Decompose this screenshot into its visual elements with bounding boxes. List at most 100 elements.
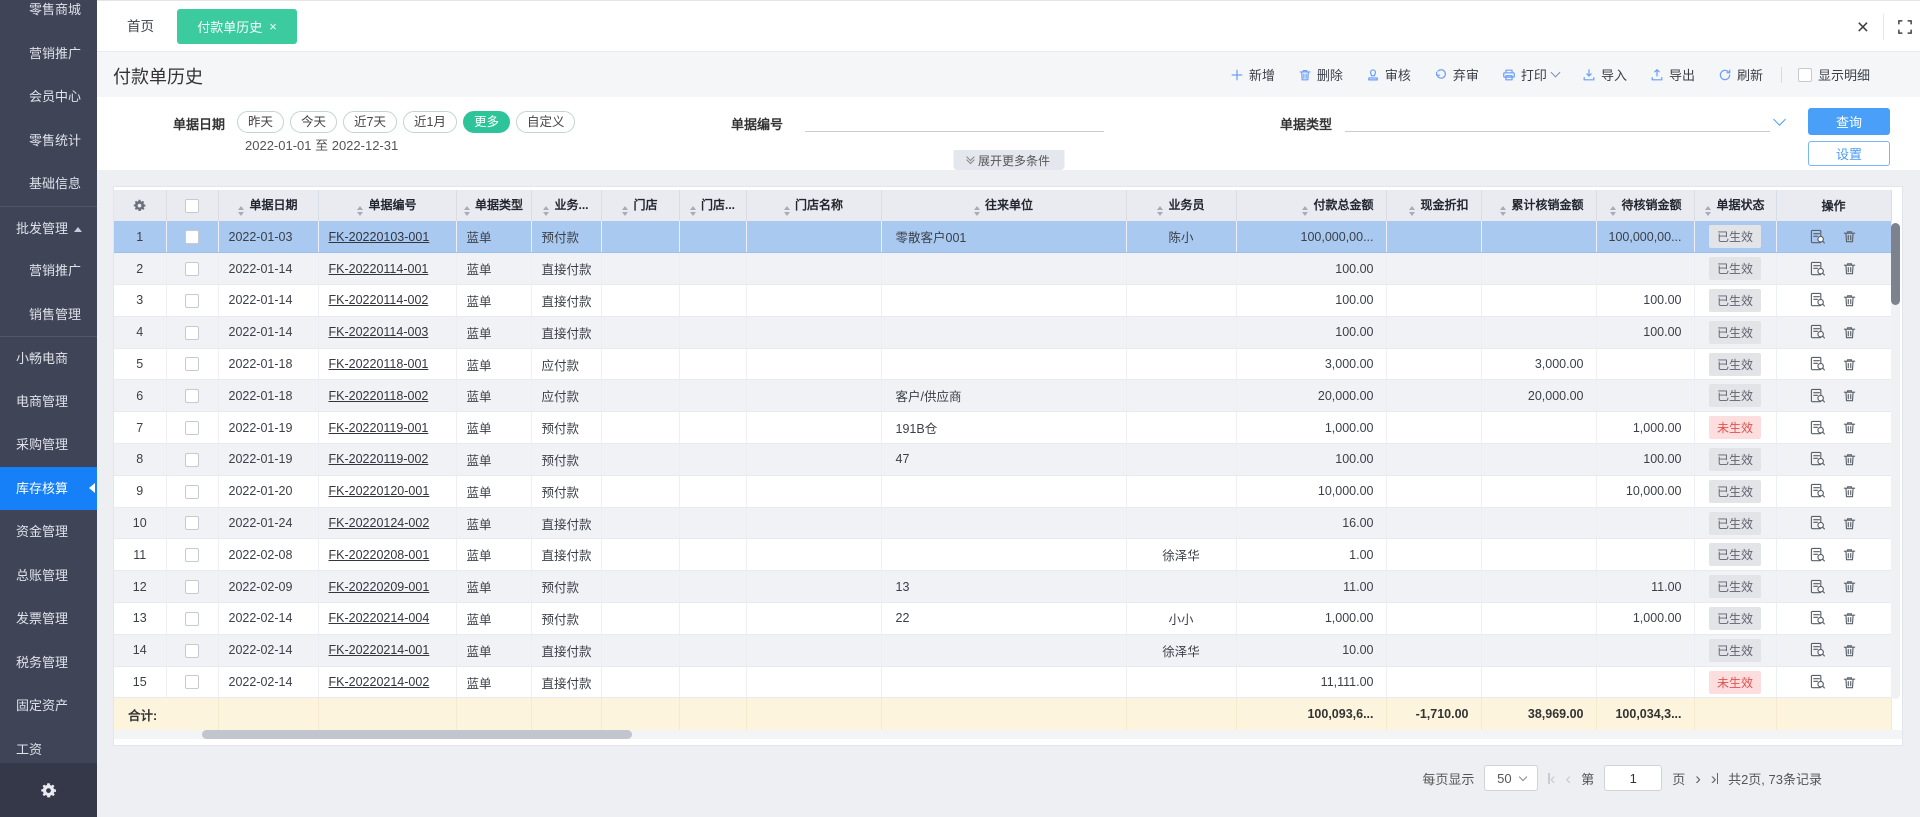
doc-code-link[interactable]: FK-20220119-002 bbox=[329, 452, 429, 466]
row-checkbox[interactable] bbox=[185, 548, 199, 563]
column-header-门店[interactable]: 门店 bbox=[601, 190, 680, 221]
table-row[interactable]: 6 2022-01-18 FK-20220118-002 蓝单 应付款 客户/供应商 20,… bbox=[114, 379, 1892, 413]
delete-row-icon[interactable] bbox=[1842, 261, 1857, 276]
delete-row-icon[interactable] bbox=[1842, 547, 1857, 562]
view-detail-icon[interactable] bbox=[1810, 483, 1826, 499]
tab-payment-history[interactable]: 付款单历史 × bbox=[177, 9, 297, 44]
刷新-button[interactable]: 刷新 bbox=[1718, 65, 1763, 84]
checkbox-icon[interactable] bbox=[1797, 67, 1812, 82]
sidebar-item-采购管理[interactable]: 采购管理 bbox=[0, 423, 97, 467]
delete-row-icon[interactable] bbox=[1842, 579, 1857, 594]
sort-icon[interactable] bbox=[463, 205, 470, 216]
doc-code-link[interactable]: FK-20220209-001 bbox=[329, 580, 430, 594]
page-input[interactable] bbox=[1604, 765, 1663, 791]
delete-row-icon[interactable] bbox=[1842, 611, 1857, 626]
sidebar-item-电商管理[interactable]: 电商管理 bbox=[0, 380, 97, 424]
row-checkbox[interactable] bbox=[185, 484, 199, 499]
sort-icon[interactable] bbox=[783, 205, 790, 216]
delete-row-icon[interactable] bbox=[1842, 643, 1857, 658]
row-checkbox[interactable] bbox=[185, 357, 199, 372]
delete-row-icon[interactable] bbox=[1842, 420, 1857, 435]
query-button[interactable]: 查询 bbox=[1808, 108, 1890, 135]
view-detail-icon[interactable] bbox=[1810, 324, 1826, 340]
row-checkbox[interactable] bbox=[185, 230, 199, 244]
sidebar-item-资金管理[interactable]: 资金管理 bbox=[0, 510, 97, 554]
column-header-现金折扣[interactable]: 现金折扣 bbox=[1386, 190, 1482, 221]
per-page-select[interactable]: 50 bbox=[1484, 765, 1539, 791]
doc-code-link[interactable]: FK-20220120-001 bbox=[329, 484, 430, 498]
date-pill-今天[interactable]: 今天 bbox=[290, 111, 338, 133]
sidebar-item-发票管理[interactable]: 发票管理 bbox=[0, 597, 97, 641]
doc-no-input[interactable] bbox=[805, 110, 1104, 132]
view-detail-icon[interactable] bbox=[1810, 292, 1826, 308]
gear-icon[interactable] bbox=[132, 198, 147, 213]
sidebar-item-营销推广[interactable]: 营销推广 bbox=[0, 32, 97, 76]
view-detail-icon[interactable] bbox=[1810, 261, 1826, 277]
row-checkbox[interactable] bbox=[185, 452, 199, 467]
doc-code-link[interactable]: FK-20220124-002 bbox=[329, 516, 430, 530]
doc-code-link[interactable]: FK-20220214-001 bbox=[329, 643, 430, 657]
column-header-付款总金额[interactable]: 付款总金额 bbox=[1236, 190, 1387, 221]
doc-code-link[interactable]: FK-20220119-001 bbox=[329, 421, 429, 435]
delete-row-icon[interactable] bbox=[1842, 357, 1857, 372]
row-checkbox[interactable] bbox=[185, 421, 199, 436]
column-header-待核销金额[interactable]: 待核销金额 bbox=[1596, 190, 1695, 221]
column-header-单据编号[interactable]: 单据编号 bbox=[318, 190, 457, 221]
view-detail-icon[interactable] bbox=[1810, 579, 1826, 595]
sort-icon[interactable] bbox=[238, 205, 245, 216]
fullscreen-icon[interactable] bbox=[1898, 20, 1912, 34]
sort-icon[interactable] bbox=[622, 205, 629, 216]
弃审-button[interactable]: 弃审 bbox=[1434, 65, 1479, 84]
row-checkbox[interactable] bbox=[185, 611, 199, 626]
chevron-down-icon[interactable] bbox=[1773, 113, 1786, 126]
table-row[interactable]: 1 2022-01-03 FK-20220103-001 蓝单 预付款 零散客户001 陈小… bbox=[114, 221, 1892, 254]
vertical-scroll-thumb[interactable] bbox=[1891, 223, 1900, 305]
sort-icon[interactable] bbox=[1157, 205, 1164, 216]
sidebar-item-总账管理[interactable]: 总账管理 bbox=[0, 554, 97, 598]
view-detail-icon[interactable] bbox=[1810, 610, 1826, 626]
table-row[interactable]: 11 2022-02-08 FK-20220208-001 蓝单 直接付款 徐泽华 1.00… bbox=[114, 538, 1892, 572]
show-detail-checkbox[interactable]: 显示明细 bbox=[1797, 65, 1870, 84]
view-detail-icon[interactable] bbox=[1810, 229, 1826, 245]
sidebar-item-固定资产[interactable]: 固定资产 bbox=[0, 684, 97, 728]
tab-close-icon[interactable]: × bbox=[269, 19, 277, 34]
delete-row-icon[interactable] bbox=[1842, 325, 1857, 340]
sidebar-item-批发管理[interactable]: 批发管理 bbox=[0, 205, 97, 250]
doc-code-link[interactable]: FK-20220118-002 bbox=[329, 389, 429, 403]
close-icon[interactable]: × bbox=[1857, 17, 1869, 38]
sort-icon[interactable] bbox=[1302, 205, 1309, 216]
sidebar-item-基础信息[interactable]: 基础信息 bbox=[0, 162, 97, 206]
doc-code-link[interactable]: FK-20220103-001 bbox=[329, 230, 430, 244]
next-page-icon[interactable]: › bbox=[1695, 770, 1701, 787]
column-header-门店名称[interactable]: 门店名称 bbox=[746, 190, 882, 221]
sort-icon[interactable] bbox=[1610, 205, 1617, 216]
column-header-业务...[interactable]: 业务... bbox=[531, 190, 602, 221]
column-header-往来单位[interactable]: 往来单位 bbox=[881, 190, 1127, 221]
导入-button[interactable]: 导入 bbox=[1582, 65, 1627, 84]
sidebar-item-库存核算[interactable]: 库存核算 bbox=[0, 466, 97, 510]
row-checkbox[interactable] bbox=[185, 580, 199, 595]
view-detail-icon[interactable] bbox=[1810, 420, 1826, 436]
row-checkbox[interactable] bbox=[185, 643, 199, 658]
column-header-单据日期[interactable]: 单据日期 bbox=[218, 190, 319, 221]
doc-code-link[interactable]: FK-20220118-001 bbox=[329, 357, 429, 371]
table-row[interactable]: 14 2022-02-14 FK-20220214-001 蓝单 直接付款 徐泽华 10.0… bbox=[114, 634, 1892, 667]
doc-type-input[interactable] bbox=[1345, 110, 1770, 132]
view-detail-icon[interactable] bbox=[1810, 451, 1826, 467]
doc-code-link[interactable]: FK-20220114-003 bbox=[329, 325, 429, 339]
删除-button[interactable]: 删除 bbox=[1298, 65, 1343, 84]
row-checkbox[interactable] bbox=[185, 389, 199, 404]
horizontal-scroll-thumb[interactable] bbox=[202, 730, 632, 739]
prev-page-icon[interactable]: ‹ bbox=[1566, 770, 1572, 787]
table-row[interactable]: 10 2022-01-24 FK-20220124-002 蓝单 直接付款 16.00 已生… bbox=[114, 507, 1892, 540]
delete-row-icon[interactable] bbox=[1842, 452, 1857, 467]
table-row[interactable]: 3 2022-01-14 FK-20220114-002 蓝单 直接付款 100.00 10… bbox=[114, 284, 1892, 317]
column-header-门店...[interactable]: 门店... bbox=[679, 190, 747, 221]
sort-icon[interactable] bbox=[973, 205, 980, 216]
gear-icon[interactable] bbox=[39, 781, 58, 800]
sort-icon[interactable] bbox=[543, 205, 550, 216]
delete-row-icon[interactable] bbox=[1842, 388, 1857, 403]
sidebar-item-销售管理[interactable]: 销售管理 bbox=[0, 293, 97, 337]
column-header-单据状态[interactable]: 单据状态 bbox=[1694, 190, 1777, 221]
row-checkbox[interactable] bbox=[185, 675, 199, 690]
